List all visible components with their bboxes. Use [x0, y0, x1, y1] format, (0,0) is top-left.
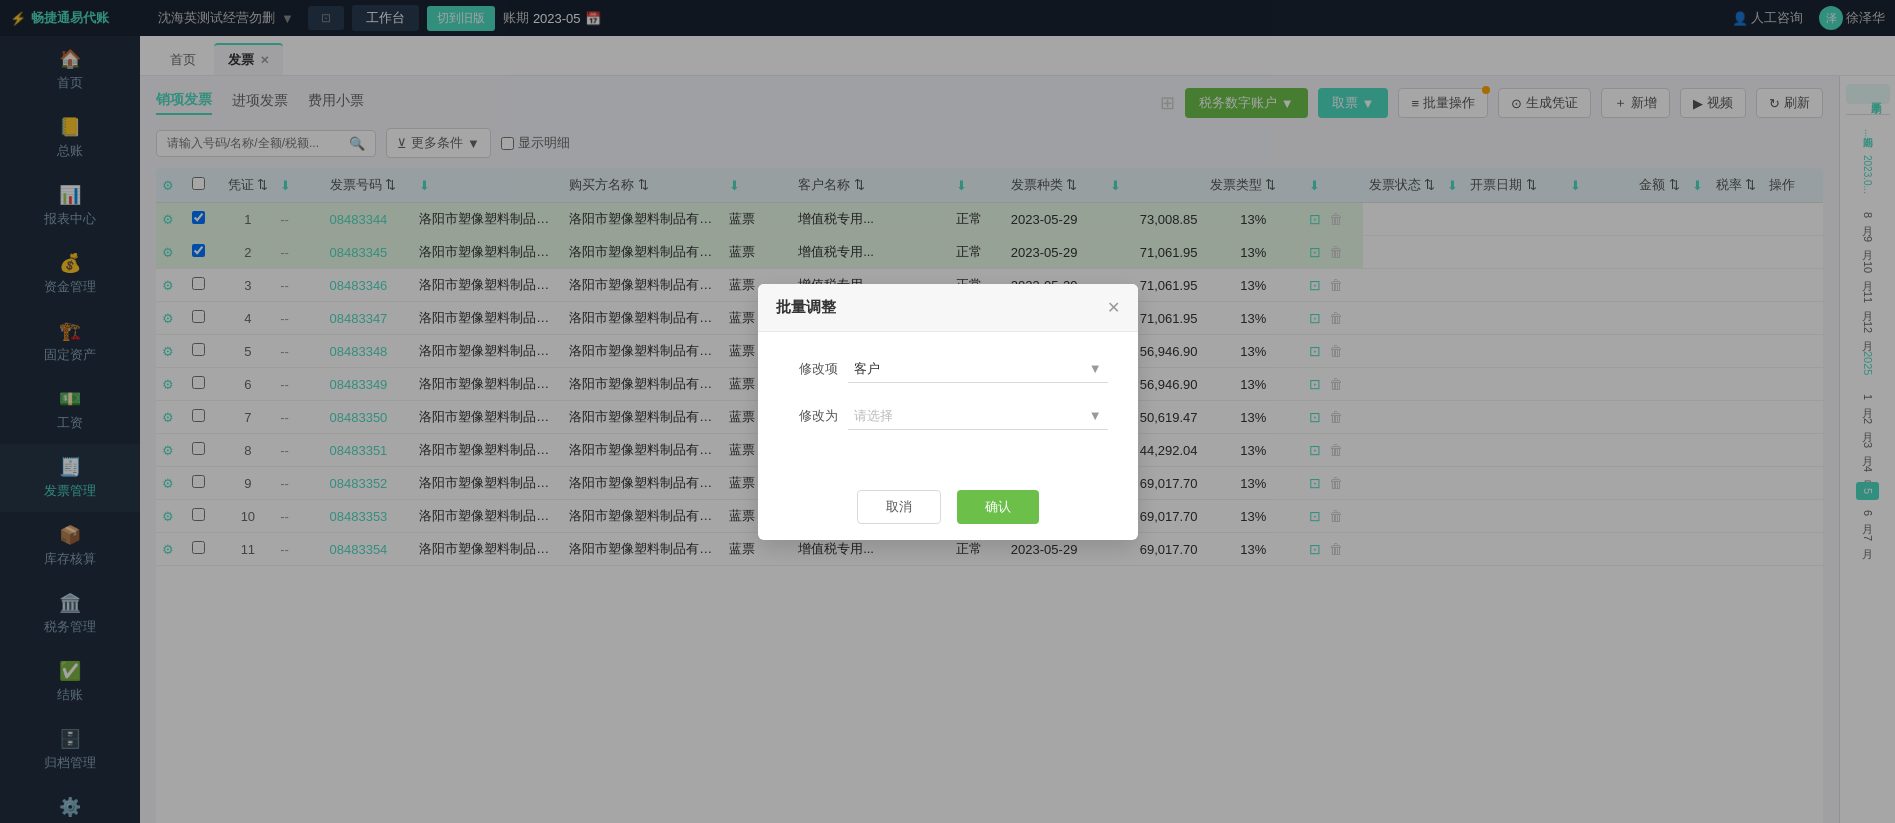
modal-header: 批量调整 ✕	[758, 284, 1138, 332]
modal-overlay[interactable]: 批量调整 ✕ 修改项 客户 ▼ 修改为 请选择 ▼ 取消 确认	[0, 0, 1895, 823]
modify-field-row: 修改项 客户 ▼	[788, 356, 1108, 383]
cancel-button[interactable]: 取消	[857, 490, 941, 524]
modify-field-select[interactable]: 客户 ▼	[848, 356, 1108, 383]
value-select-dropdown-icon: ▼	[1089, 408, 1102, 423]
modal-body: 修改项 客户 ▼ 修改为 请选择 ▼	[758, 332, 1138, 474]
modal-title: 批量调整	[776, 298, 836, 317]
modify-value-label: 修改为	[788, 407, 838, 425]
modal-close-button[interactable]: ✕	[1107, 298, 1120, 317]
field-value-text: 客户	[854, 360, 880, 378]
field-select-dropdown-icon: ▼	[1089, 361, 1102, 376]
batch-adjust-modal: 批量调整 ✕ 修改项 客户 ▼ 修改为 请选择 ▼ 取消 确认	[758, 284, 1138, 540]
modify-field-label: 修改项	[788, 360, 838, 378]
confirm-button[interactable]: 确认	[957, 490, 1039, 524]
modify-value-select[interactable]: 请选择 ▼	[848, 403, 1108, 430]
modal-footer: 取消 确认	[758, 474, 1138, 540]
value-placeholder-text: 请选择	[854, 407, 893, 425]
modify-value-row: 修改为 请选择 ▼	[788, 403, 1108, 430]
